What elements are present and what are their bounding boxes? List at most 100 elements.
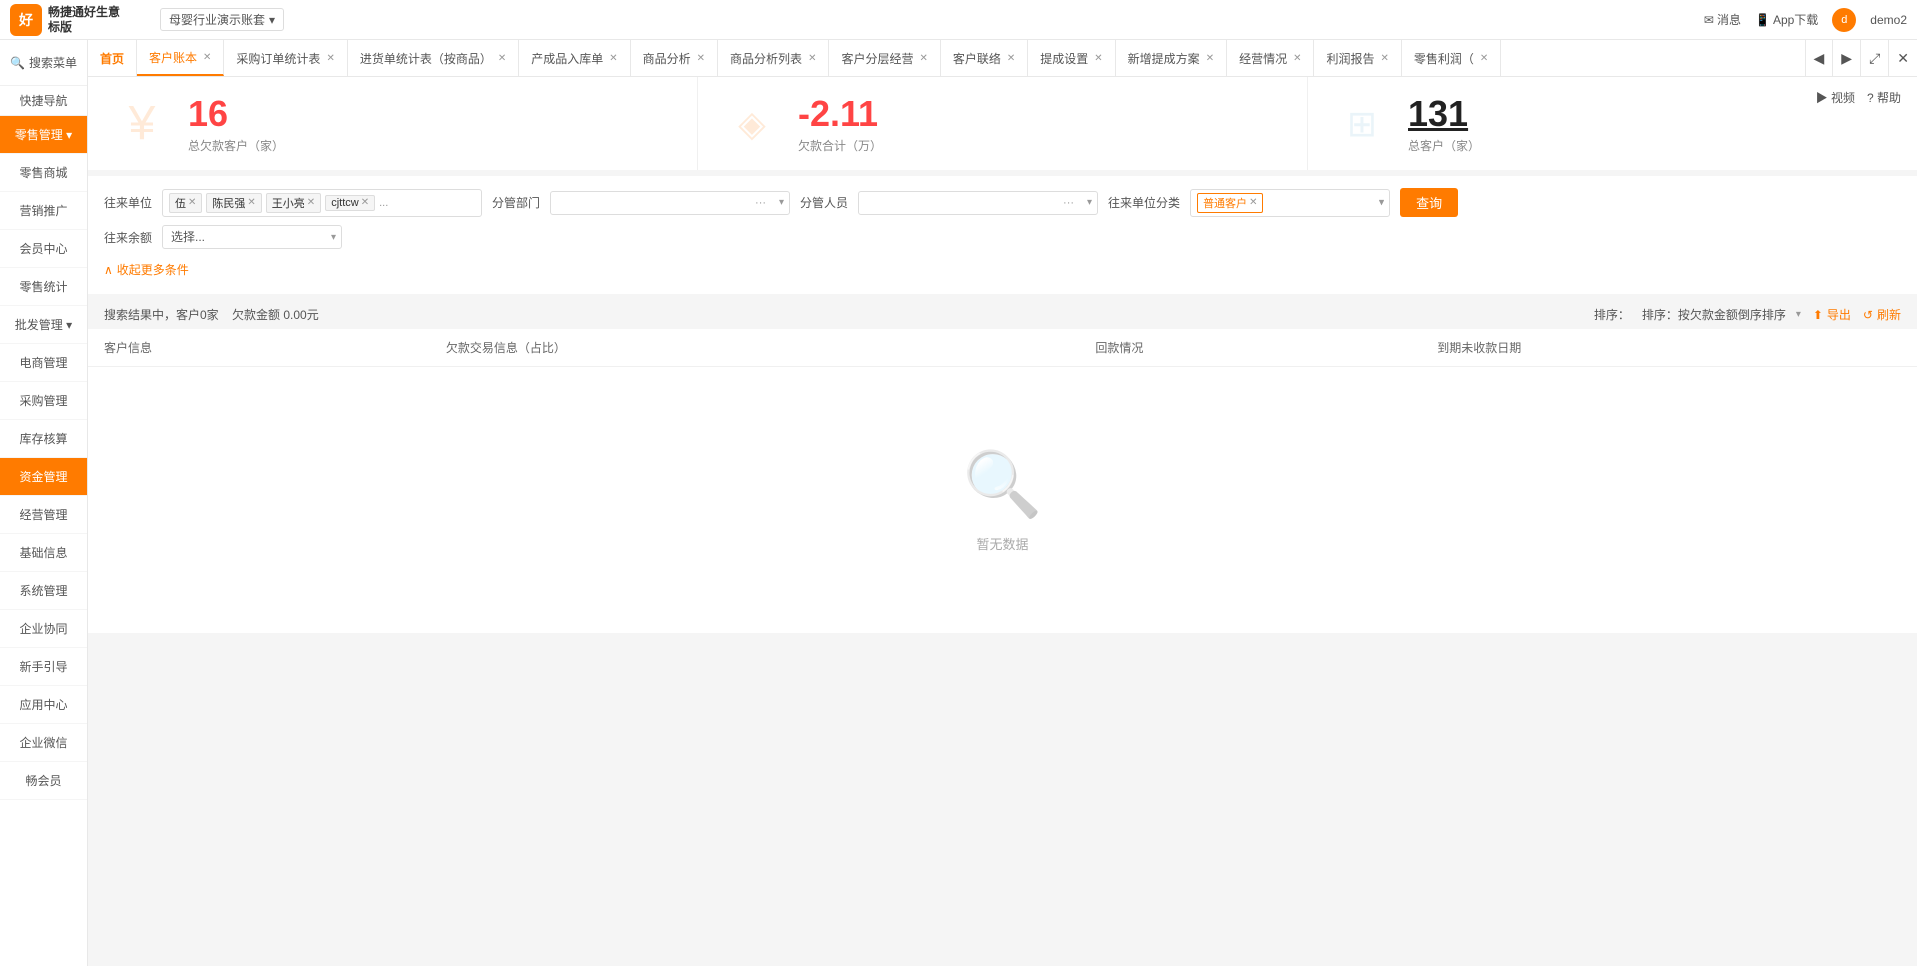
sidebar-item-wholesale-mgmt[interactable]: 批发管理 ▾: [0, 306, 87, 344]
tab-close-tips-settings[interactable]: ✕: [1094, 53, 1102, 64]
tab-close-profit-report[interactable]: ✕: [1381, 53, 1389, 64]
tab-retail-profit[interactable]: 零售利润（ ✕: [1402, 40, 1501, 76]
stat-info-3: 131 总客户（家）: [1408, 93, 1480, 154]
tab-profit-report[interactable]: 利润报告 ✕: [1314, 40, 1401, 76]
tab-customer-book[interactable]: 客户账本 ✕: [137, 40, 224, 76]
sidebar-item-enterprise[interactable]: 企业协同: [0, 610, 87, 648]
message-btn[interactable]: ✉ 消息: [1704, 11, 1741, 28]
sort-select[interactable]: 排序：按欠款金额倒序排序: [1642, 308, 1801, 322]
refresh-btn[interactable]: ↺ 刷新: [1863, 306, 1901, 323]
collapse-btn[interactable]: ∧ 收起更多条件: [104, 261, 1901, 278]
more-tags-btn[interactable]: ...: [379, 197, 388, 209]
sidebar-item-sys-mgmt[interactable]: 系统管理: [0, 572, 87, 610]
balance-select[interactable]: 选择...: [162, 225, 342, 249]
sidebar-item-member-center[interactable]: 会员中心: [0, 230, 87, 268]
sidebar-item-retail-stats[interactable]: 零售统计: [0, 268, 87, 306]
tag-normal-customer[interactable]: 普通客户 ✕: [1197, 193, 1263, 213]
tab-close-product-in[interactable]: ✕: [609, 53, 617, 64]
sort-label: 排序：: [1594, 306, 1630, 323]
tab-tips-settings[interactable]: 提成设置 ✕: [1028, 40, 1115, 76]
tag-cjttcw-close[interactable]: ✕: [361, 197, 369, 208]
sidebar-item-marketing[interactable]: 营销推广: [0, 192, 87, 230]
tab-customer-contact[interactable]: 客户联络 ✕: [941, 40, 1028, 76]
search-menu-btn[interactable]: 🔍 搜索菜单: [8, 50, 79, 75]
result-bar-right: 排序： 排序：按欠款金额倒序排序 ⬆ 导出 ↺ 刷新: [1594, 306, 1901, 323]
user-avatar[interactable]: d: [1832, 8, 1856, 32]
username-label[interactable]: demo2: [1870, 13, 1907, 27]
tag-cjttcw[interactable]: cjttcw ✕: [325, 195, 375, 211]
col-payment-status: 回款情况: [1079, 329, 1421, 367]
tab-fullscreen-btn[interactable]: ⤢: [1860, 40, 1888, 76]
chevron-down-icon: ▾: [269, 13, 275, 27]
tag-wu[interactable]: 伍 ✕: [169, 193, 202, 213]
sidebar-item-new-guide[interactable]: 新手引导: [0, 648, 87, 686]
tab-purchase-order[interactable]: 采购订单统计表 ✕: [224, 40, 347, 76]
tab-goods-analysis-list[interactable]: 商品分析列表 ✕: [718, 40, 829, 76]
result-summary: 搜索结果中，客户0家 欠款金额 0.00元: [104, 306, 319, 323]
unit-class-input[interactable]: 普通客户 ✕: [1190, 189, 1390, 217]
tab-close-goods-stats[interactable]: ✕: [498, 53, 506, 64]
sidebar-item-corp-wechat[interactable]: 企业微信: [0, 724, 87, 762]
sidebar-item-basic-info[interactable]: 基础信息: [0, 534, 87, 572]
tag-wang[interactable]: 王小亮 ✕: [266, 193, 321, 213]
dept-select[interactable]: [550, 191, 790, 215]
sidebar-item-ecommerce[interactable]: 电商管理: [0, 344, 87, 382]
sidebar-item-purchase-mgmt[interactable]: 采购管理: [0, 382, 87, 420]
tab-biz-status[interactable]: 经营情况 ✕: [1227, 40, 1314, 76]
sidebar-item-capital-mgmt[interactable]: 资金管理: [0, 458, 87, 496]
tab-next-btn[interactable]: ▶: [1832, 40, 1860, 76]
export-btn[interactable]: ⬆ 导出: [1813, 306, 1851, 323]
quick-nav-btn[interactable]: 快捷导航: [0, 86, 87, 116]
tag-normal-customer-close[interactable]: ✕: [1249, 197, 1257, 208]
help-icon: ?: [1867, 91, 1874, 105]
tab-close-customer-book[interactable]: ✕: [203, 52, 211, 63]
tab-close-all-btn[interactable]: ✕: [1888, 40, 1917, 76]
collapse-area: ∧ 收起更多条件: [104, 257, 1901, 282]
tag-wang-close[interactable]: ✕: [307, 197, 315, 208]
tab-prev-btn[interactable]: ◀: [1805, 40, 1833, 76]
message-icon: ✉: [1704, 13, 1714, 27]
video-link[interactable]: ▶ 视频: [1816, 89, 1855, 106]
tab-controls: ◀ ▶ ⤢ ✕: [1805, 40, 1917, 76]
tab-product-in[interactable]: 产成品入库单 ✕: [519, 40, 630, 76]
stat-card-customers: ¥ 16 总欠款客户（家）: [88, 77, 698, 170]
tab-goods-analysis[interactable]: 商品分析 ✕: [631, 40, 718, 76]
unit-class-label: 往来单位分类: [1108, 194, 1180, 211]
col-customer-info: 客户信息: [88, 329, 430, 367]
tab-close-goods-analysis[interactable]: ✕: [697, 53, 705, 64]
sidebar-item-retail-mall[interactable]: 零售商城: [0, 154, 87, 192]
person-select[interactable]: [858, 191, 1098, 215]
balance-label: 往来余额: [104, 229, 152, 246]
page-content: ¥ 16 总欠款客户（家） ◈ -2.11 欠款合计（万）: [88, 77, 1917, 966]
app-download-btn[interactable]: 📱 App下载: [1755, 11, 1818, 28]
tab-close-biz-status[interactable]: ✕: [1293, 53, 1301, 64]
tab-close-goods-analysis-list[interactable]: ✕: [808, 53, 816, 64]
sidebar-item-vip-member[interactable]: 畅会员: [0, 762, 87, 800]
tab-close-new-tips[interactable]: ✕: [1206, 53, 1214, 64]
company-selector[interactable]: 母婴行业演示账套 ▾: [160, 8, 284, 31]
sidebar-item-inventory[interactable]: 库存核算: [0, 420, 87, 458]
logo-text: 畅捷通好生意 标版: [48, 5, 120, 34]
tag-chen-close[interactable]: ✕: [247, 197, 255, 208]
query-button[interactable]: 查询: [1400, 188, 1458, 217]
tab-home[interactable]: 首页: [88, 40, 137, 76]
tab-goods-stats[interactable]: 进货单统计表（按商品） ✕: [348, 40, 519, 76]
tab-close-customer-tier[interactable]: ✕: [919, 53, 927, 64]
sidebar-item-ops-mgmt[interactable]: 经营管理: [0, 496, 87, 534]
tag-chen[interactable]: 陈民强 ✕: [206, 193, 261, 213]
sidebar-item-app-center[interactable]: 应用中心: [0, 686, 87, 724]
dept-label: 分管部门: [492, 194, 540, 211]
tab-close-customer-contact[interactable]: ✕: [1007, 53, 1015, 64]
sidebar-item-retail-mgmt[interactable]: 零售管理 ▾: [0, 116, 87, 154]
tab-close-purchase-order[interactable]: ✕: [326, 53, 334, 64]
unit-label: 往来单位: [104, 194, 152, 211]
tab-new-tips[interactable]: 新增提成方案 ✕: [1116, 40, 1227, 76]
unit-tag-input[interactable]: 伍 ✕ 陈民强 ✕ 王小亮 ✕ cjttcw ✕: [162, 189, 482, 217]
tag-wu-close[interactable]: ✕: [188, 197, 196, 208]
export-icon: ⬆: [1813, 308, 1823, 322]
stat-icon-1: ¥: [112, 94, 172, 154]
tab-customer-tier[interactable]: 客户分层经营 ✕: [829, 40, 940, 76]
tab-close-retail-profit[interactable]: ✕: [1480, 53, 1488, 64]
logo-icon: 好: [10, 4, 42, 36]
help-link[interactable]: ? 帮助: [1867, 89, 1901, 106]
